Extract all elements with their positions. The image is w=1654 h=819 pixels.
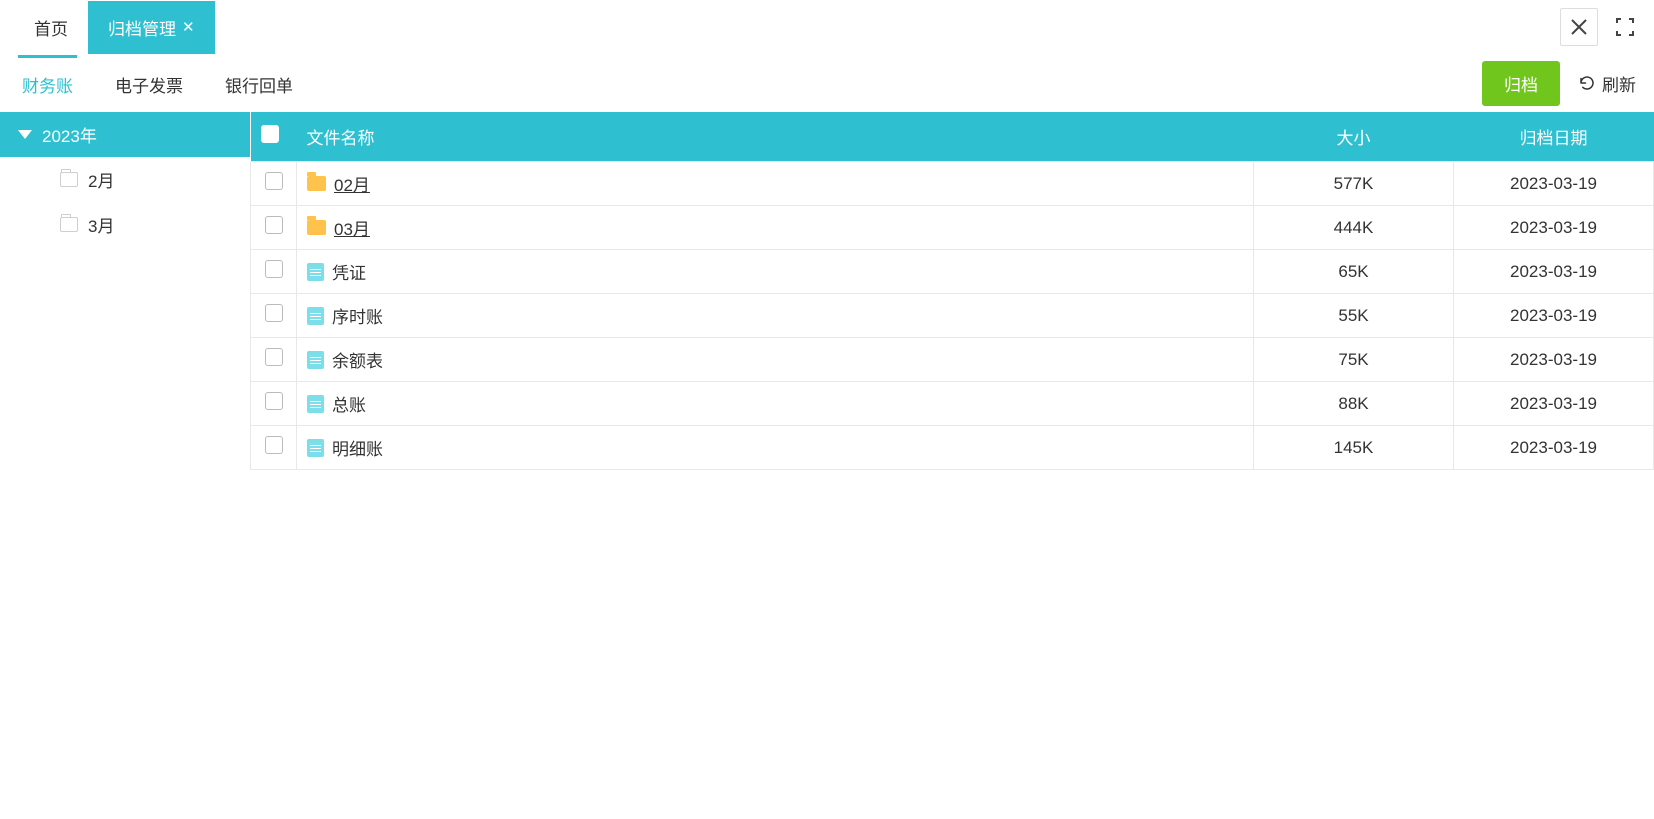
th-name: 文件名称: [297, 112, 1254, 162]
tab-archive-mgmt-label: 归档管理: [108, 15, 176, 40]
cell-date: 2023-03-19: [1454, 250, 1654, 294]
cell-checkbox: [251, 162, 297, 206]
th-date: 归档日期: [1454, 112, 1654, 162]
cell-checkbox: [251, 294, 297, 338]
fullscreen-button[interactable]: [1606, 8, 1644, 46]
cell-size: 55K: [1254, 294, 1454, 338]
cell-date: 2023-03-19: [1454, 426, 1654, 470]
cell-checkbox: [251, 382, 297, 426]
row-checkbox[interactable]: [265, 348, 283, 366]
top-tab-bar: 首页 归档管理 ✕: [0, 0, 1654, 54]
folder-outline-icon: [60, 217, 78, 232]
tree-item-feb[interactable]: 2月: [0, 157, 250, 202]
fullscreen-icon: [1615, 17, 1635, 37]
table-row: 03月 444K2023-03-19: [251, 206, 1654, 250]
file-name-link[interactable]: 02月: [334, 171, 370, 196]
row-checkbox[interactable]: [265, 260, 283, 278]
file-icon: [307, 439, 324, 457]
file-name-link[interactable]: 03月: [334, 215, 370, 240]
tree-root-label: 2023年: [42, 122, 97, 147]
cell-size: 65K: [1254, 250, 1454, 294]
cell-name: 余额表: [297, 338, 1254, 382]
cell-size: 444K: [1254, 206, 1454, 250]
close-icon[interactable]: ✕: [182, 18, 195, 36]
sub-tabs: 财务账 电子发票 银行回单: [18, 55, 297, 111]
table-row: 明细账 145K2023-03-19: [251, 426, 1654, 470]
tree-root-2023[interactable]: 2023年: [0, 112, 250, 157]
tab-home[interactable]: 首页: [14, 1, 88, 54]
cell-checkbox: [251, 250, 297, 294]
tree-item-mar[interactable]: 3月: [0, 202, 250, 247]
caret-down-icon: [18, 130, 32, 139]
folder-icon: [307, 220, 326, 235]
cell-size: 88K: [1254, 382, 1454, 426]
table-row: 总账 88K2023-03-19: [251, 382, 1654, 426]
cell-size: 577K: [1254, 162, 1454, 206]
cell-name: 02月: [297, 162, 1254, 206]
archive-button[interactable]: 归档: [1482, 61, 1560, 106]
file-icon: [307, 351, 324, 369]
file-icon: [307, 263, 324, 281]
folder-outline-icon: [60, 172, 78, 187]
sub-row: 财务账 电子发票 银行回单 归档 刷新: [0, 54, 1654, 112]
th-checkbox: [251, 112, 297, 162]
th-size: 大小: [1254, 112, 1454, 162]
cell-date: 2023-03-19: [1454, 206, 1654, 250]
cell-name: 序时账: [297, 294, 1254, 338]
file-table: 文件名称 大小 归档日期 02月577K2023-03-1903月444K202…: [250, 112, 1654, 470]
cell-name: 03月: [297, 206, 1254, 250]
cell-date: 2023-03-19: [1454, 382, 1654, 426]
folder-icon: [307, 176, 326, 191]
cell-name: 明细账: [297, 426, 1254, 470]
tab-archive-mgmt[interactable]: 归档管理 ✕: [88, 1, 215, 54]
cell-date: 2023-03-19: [1454, 294, 1654, 338]
row-checkbox[interactable]: [265, 216, 283, 234]
file-name: 序时账: [332, 303, 383, 328]
file-table-wrap: 文件名称 大小 归档日期 02月577K2023-03-1903月444K202…: [250, 112, 1654, 819]
refresh-icon: [1578, 74, 1596, 92]
row-checkbox[interactable]: [265, 436, 283, 454]
row-checkbox[interactable]: [265, 304, 283, 322]
sub-actions: 归档 刷新: [1482, 61, 1636, 106]
table-row: 02月 577K2023-03-19: [251, 162, 1654, 206]
cell-checkbox: [251, 426, 297, 470]
file-icon: [307, 307, 324, 325]
sidebar-tree: 2023年 2月 3月: [0, 112, 250, 819]
select-all-checkbox[interactable]: [261, 125, 279, 143]
cell-size: 145K: [1254, 426, 1454, 470]
table-row: 余额表 75K2023-03-19: [251, 338, 1654, 382]
file-name: 余额表: [332, 347, 383, 372]
refresh-label: 刷新: [1602, 71, 1636, 96]
subtab-finance[interactable]: 财务账: [18, 55, 77, 111]
cell-name: 总账: [297, 382, 1254, 426]
refresh-button[interactable]: 刷新: [1578, 71, 1636, 96]
file-name: 凭证: [332, 259, 366, 284]
x-icon: [1570, 18, 1588, 36]
tree-item-label: 3月: [88, 212, 114, 237]
cell-checkbox: [251, 338, 297, 382]
row-checkbox[interactable]: [265, 392, 283, 410]
row-checkbox[interactable]: [265, 172, 283, 190]
file-name: 明细账: [332, 435, 383, 460]
close-panel-button[interactable]: [1560, 8, 1598, 46]
subtab-einvoice[interactable]: 电子发票: [111, 55, 187, 111]
table-row: 凭证 65K2023-03-19: [251, 250, 1654, 294]
file-icon: [307, 395, 324, 413]
table-row: 序时账 55K2023-03-19: [251, 294, 1654, 338]
main: 2023年 2月 3月 文件名称 大小 归档日期 02月577: [0, 112, 1654, 819]
cell-date: 2023-03-19: [1454, 338, 1654, 382]
file-name: 总账: [332, 391, 366, 416]
cell-checkbox: [251, 206, 297, 250]
cell-date: 2023-03-19: [1454, 162, 1654, 206]
cell-size: 75K: [1254, 338, 1454, 382]
subtab-bankslip[interactable]: 银行回单: [221, 55, 297, 111]
cell-name: 凭证: [297, 250, 1254, 294]
top-right-controls: [1560, 8, 1644, 46]
tree-item-label: 2月: [88, 167, 114, 192]
